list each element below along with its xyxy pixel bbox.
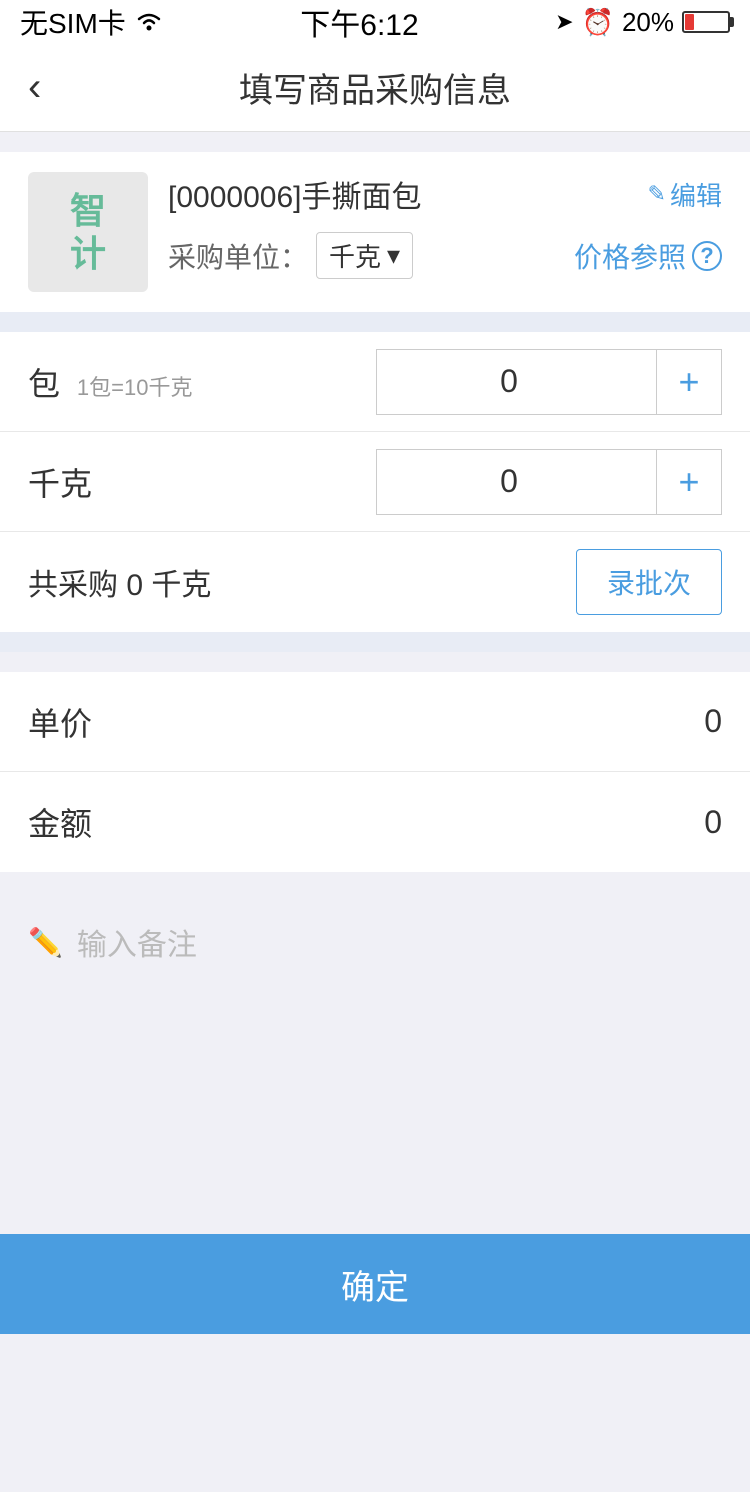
product-name: [0000006]手撕面包 (168, 172, 421, 216)
bag-label-group: 包 1包=10千克 (28, 359, 192, 405)
price-ref-label: 价格参照 (574, 236, 686, 276)
kg-label: 千克 (28, 459, 92, 505)
bag-sub-label: 1包=10千克 (77, 375, 193, 400)
unit-select[interactable]: 千克 ▾ (316, 232, 413, 279)
summary-label: 共采购 (28, 569, 118, 602)
purchase-unit-row: 采购单位： 千克 ▾ 价格参照 ? (168, 232, 722, 279)
unit-price-row: 单价 0 (0, 672, 750, 772)
section-divider-1 (0, 312, 750, 332)
edit-button[interactable]: ✎ 编辑 (648, 176, 722, 213)
record-batch-button[interactable]: 录批次 (576, 549, 722, 615)
product-image: 智 计 (28, 172, 148, 292)
bag-quantity-input[interactable] (376, 349, 656, 415)
battery-percentage: 20% (622, 7, 674, 38)
kg-quantity-input[interactable] (376, 449, 656, 515)
nav-bar: ‹ 填写商品采购信息 (0, 44, 750, 132)
summary-value: 0 (126, 569, 143, 602)
dropdown-arrow-icon: ▾ (387, 240, 400, 271)
product-info: [0000006]手撕面包 ✎ 编辑 采购单位： 千克 ▾ 价格参照 ? (168, 172, 722, 279)
bag-label: 包 (28, 366, 60, 402)
battery-icon (682, 11, 730, 33)
logo-line2: 计 (70, 232, 106, 275)
alarm-icon: ⏰ (582, 7, 614, 38)
page-title: 填写商品采购信息 (239, 63, 511, 112)
edit-label: 编辑 (670, 176, 722, 213)
summary-unit: 千克 (151, 569, 211, 602)
logo-line1: 智 (70, 189, 106, 232)
price-section: 单价 0 金额 0 (0, 672, 750, 872)
amount-row: 金额 0 (0, 772, 750, 872)
bag-plus-button[interactable]: + (656, 349, 722, 415)
confirm-button[interactable]: 确定 (0, 1234, 750, 1334)
status-bar: 无SIM卡 下午6:12 ➤ ⏰ 20% (0, 0, 750, 44)
amount-value: 0 (704, 804, 722, 841)
help-icon: ? (692, 241, 722, 271)
product-logo: 智 计 (70, 189, 106, 275)
kg-plus-button[interactable]: + (656, 449, 722, 515)
unit-price-label: 单价 (28, 699, 92, 745)
kg-input-row: 千克 + (0, 432, 750, 532)
summary-row: 共采购 0 千克 录批次 (0, 532, 750, 632)
bag-input-control: + (376, 349, 722, 415)
input-section: 包 1包=10千克 + 千克 + (0, 332, 750, 532)
price-ref-button[interactable]: 价格参照 ? (574, 236, 722, 276)
product-card: 智 计 [0000006]手撕面包 ✎ 编辑 采购单位： 千克 ▾ 价格参照 ? (0, 152, 750, 312)
kg-input-control: + (376, 449, 722, 515)
pencil-icon: ✏️ (28, 926, 63, 959)
edit-icon: ✎ (648, 181, 666, 207)
product-name-row: [0000006]手撕面包 ✎ 编辑 (168, 172, 722, 216)
location-icon: ➤ (555, 9, 573, 35)
notes-placeholder: 输入备注 (77, 920, 197, 964)
summary-text: 共采购 0 千克 (28, 560, 211, 604)
unit-label: 采购单位： (168, 236, 308, 276)
status-time: 下午6:12 (300, 0, 418, 44)
carrier-text: 无SIM卡 (20, 2, 126, 42)
unit-price-value: 0 (704, 703, 722, 740)
unit-value: 千克 (329, 237, 381, 274)
status-right: ➤ ⏰ 20% (555, 7, 730, 38)
back-button[interactable]: ‹ (28, 65, 41, 110)
notes-section[interactable]: ✏️ 输入备注 (0, 892, 750, 992)
wifi-icon (134, 6, 164, 38)
amount-label: 金额 (28, 799, 92, 845)
status-left: 无SIM卡 (20, 2, 164, 42)
bag-input-row: 包 1包=10千克 + (0, 332, 750, 432)
section-divider-2 (0, 632, 750, 652)
